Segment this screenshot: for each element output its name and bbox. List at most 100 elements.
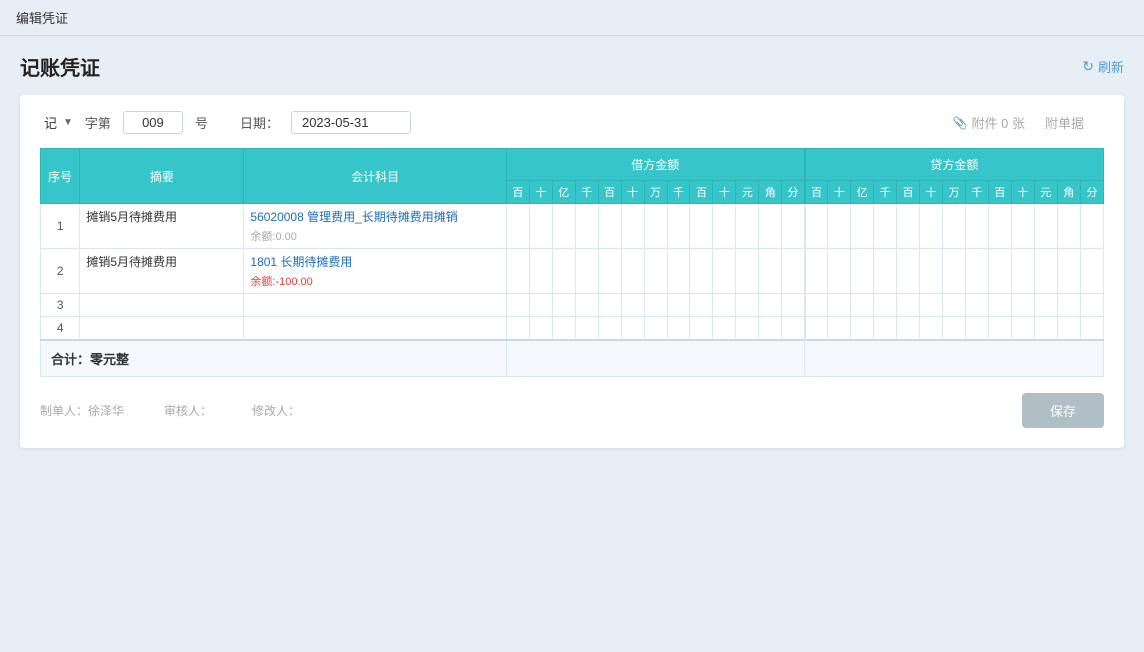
refresh-button[interactable]: ↻ 刷新 <box>1082 57 1124 76</box>
credit-cell-r2-c2[interactable] <box>851 294 874 317</box>
debit-cell-r0-c1[interactable] <box>529 204 552 249</box>
credit-cell-r2-c10[interactable] <box>1034 294 1057 317</box>
credit-cell-r2-c6[interactable] <box>942 294 965 317</box>
attach-link[interactable]: 📎 附件 0 张 <box>953 113 1025 132</box>
debit-cell-r3-c0[interactable] <box>506 317 529 341</box>
date-input[interactable] <box>291 111 411 134</box>
credit-cell-r0-c9[interactable] <box>1011 204 1034 249</box>
row-summary-2[interactable] <box>80 294 244 317</box>
credit-cell-r3-c5[interactable] <box>920 317 943 341</box>
credit-cell-r0-c1[interactable] <box>828 204 851 249</box>
debit-cell-r3-c8[interactable] <box>690 317 713 341</box>
row-account-2[interactable] <box>244 294 506 317</box>
debit-cell-r2-c1[interactable] <box>529 294 552 317</box>
credit-cell-r0-c11[interactable] <box>1057 204 1080 249</box>
row-summary-0[interactable]: 摊销5月待摊费用 <box>80 204 244 249</box>
debit-cell-r1-c9[interactable] <box>713 249 736 294</box>
credit-cell-r3-c10[interactable] <box>1034 317 1057 341</box>
debit-cell-r2-c6[interactable] <box>644 294 667 317</box>
credit-cell-r2-c11[interactable] <box>1057 294 1080 317</box>
credit-cell-r3-c3[interactable] <box>874 317 897 341</box>
credit-cell-r0-c7[interactable] <box>965 204 988 249</box>
credit-cell-r1-c12[interactable] <box>1080 249 1103 294</box>
credit-cell-r1-c11[interactable] <box>1057 249 1080 294</box>
row-account-3[interactable] <box>244 317 506 341</box>
voucher-number-input[interactable] <box>123 111 183 134</box>
debit-cell-r1-c12[interactable] <box>782 249 805 294</box>
dropdown-arrow-icon[interactable]: ▼ <box>63 117 73 128</box>
credit-cell-r3-c0[interactable] <box>805 317 828 341</box>
debit-cell-r3-c1[interactable] <box>529 317 552 341</box>
credit-cell-r1-c1[interactable] <box>828 249 851 294</box>
debit-cell-r3-c7[interactable] <box>667 317 690 341</box>
debit-cell-r2-c3[interactable] <box>575 294 598 317</box>
credit-cell-r1-c7[interactable] <box>965 249 988 294</box>
debit-cell-r2-c4[interactable] <box>598 294 621 317</box>
debit-cell-r1-c7[interactable] <box>667 249 690 294</box>
credit-cell-r2-c4[interactable] <box>897 294 920 317</box>
debit-cell-r2-c2[interactable] <box>552 294 575 317</box>
credit-cell-r1-c10[interactable] <box>1034 249 1057 294</box>
debit-cell-r1-c8[interactable] <box>690 249 713 294</box>
credit-cell-r2-c7[interactable] <box>965 294 988 317</box>
credit-cell-r3-c1[interactable] <box>828 317 851 341</box>
debit-cell-r2-c12[interactable] <box>782 294 805 317</box>
save-button[interactable]: 保存 <box>1022 393 1104 428</box>
debit-cell-r0-c2[interactable] <box>552 204 575 249</box>
credit-cell-r0-c6[interactable] <box>942 204 965 249</box>
credit-cell-r2-c0[interactable] <box>805 294 828 317</box>
debit-cell-r2-c9[interactable] <box>713 294 736 317</box>
debit-cell-r1-c0[interactable] <box>506 249 529 294</box>
debit-cell-r3-c11[interactable] <box>759 317 782 341</box>
credit-cell-r2-c5[interactable] <box>920 294 943 317</box>
debit-cell-r0-c8[interactable] <box>690 204 713 249</box>
credit-cell-r2-c12[interactable] <box>1080 294 1103 317</box>
debit-cell-r3-c3[interactable] <box>575 317 598 341</box>
debit-cell-r2-c11[interactable] <box>759 294 782 317</box>
debit-cell-r3-c12[interactable] <box>782 317 805 341</box>
credit-cell-r1-c5[interactable] <box>920 249 943 294</box>
credit-cell-r0-c10[interactable] <box>1034 204 1057 249</box>
debit-cell-r1-c3[interactable] <box>575 249 598 294</box>
credit-cell-r1-c2[interactable] <box>851 249 874 294</box>
credit-cell-r1-c0[interactable] <box>805 249 828 294</box>
credit-cell-r2-c8[interactable] <box>988 294 1011 317</box>
credit-cell-r1-c6[interactable] <box>942 249 965 294</box>
debit-cell-r3-c9[interactable] <box>713 317 736 341</box>
debit-cell-r0-c3[interactable] <box>575 204 598 249</box>
debit-cell-r0-c10[interactable] <box>736 204 759 249</box>
credit-cell-r0-c5[interactable] <box>920 204 943 249</box>
row-account-0[interactable]: 56020008 管理费用_长期待摊费用摊销余额:0.00 <box>244 204 506 249</box>
credit-cell-r0-c8[interactable] <box>988 204 1011 249</box>
debit-cell-r1-c4[interactable] <box>598 249 621 294</box>
debit-cell-r0-c5[interactable] <box>621 204 644 249</box>
debit-cell-r0-c4[interactable] <box>598 204 621 249</box>
voucher-type-selector[interactable]: 记 ▼ <box>40 111 73 134</box>
debit-cell-r2-c8[interactable] <box>690 294 713 317</box>
credit-cell-r3-c11[interactable] <box>1057 317 1080 341</box>
debit-cell-r0-c9[interactable] <box>713 204 736 249</box>
debit-cell-r1-c1[interactable] <box>529 249 552 294</box>
debit-cell-r0-c0[interactable] <box>506 204 529 249</box>
credit-cell-r1-c9[interactable] <box>1011 249 1034 294</box>
debit-cell-r3-c5[interactable] <box>621 317 644 341</box>
debit-cell-r1-c10[interactable] <box>736 249 759 294</box>
credit-cell-r3-c2[interactable] <box>851 317 874 341</box>
attach-single-btn[interactable]: 附单据 <box>1045 113 1084 132</box>
credit-cell-r2-c1[interactable] <box>828 294 851 317</box>
credit-cell-r1-c4[interactable] <box>897 249 920 294</box>
debit-cell-r3-c6[interactable] <box>644 317 667 341</box>
row-summary-1[interactable]: 摊销5月待摊费用 <box>80 249 244 294</box>
debit-cell-r1-c11[interactable] <box>759 249 782 294</box>
row-summary-3[interactable] <box>80 317 244 341</box>
credit-cell-r0-c2[interactable] <box>851 204 874 249</box>
debit-cell-r0-c7[interactable] <box>667 204 690 249</box>
debit-cell-r0-c12[interactable] <box>782 204 805 249</box>
debit-cell-r2-c0[interactable] <box>506 294 529 317</box>
debit-cell-r3-c2[interactable] <box>552 317 575 341</box>
debit-cell-r0-c11[interactable] <box>759 204 782 249</box>
debit-cell-r1-c6[interactable] <box>644 249 667 294</box>
credit-cell-r2-c3[interactable] <box>874 294 897 317</box>
credit-cell-r2-c9[interactable] <box>1011 294 1034 317</box>
credit-cell-r3-c7[interactable] <box>965 317 988 341</box>
